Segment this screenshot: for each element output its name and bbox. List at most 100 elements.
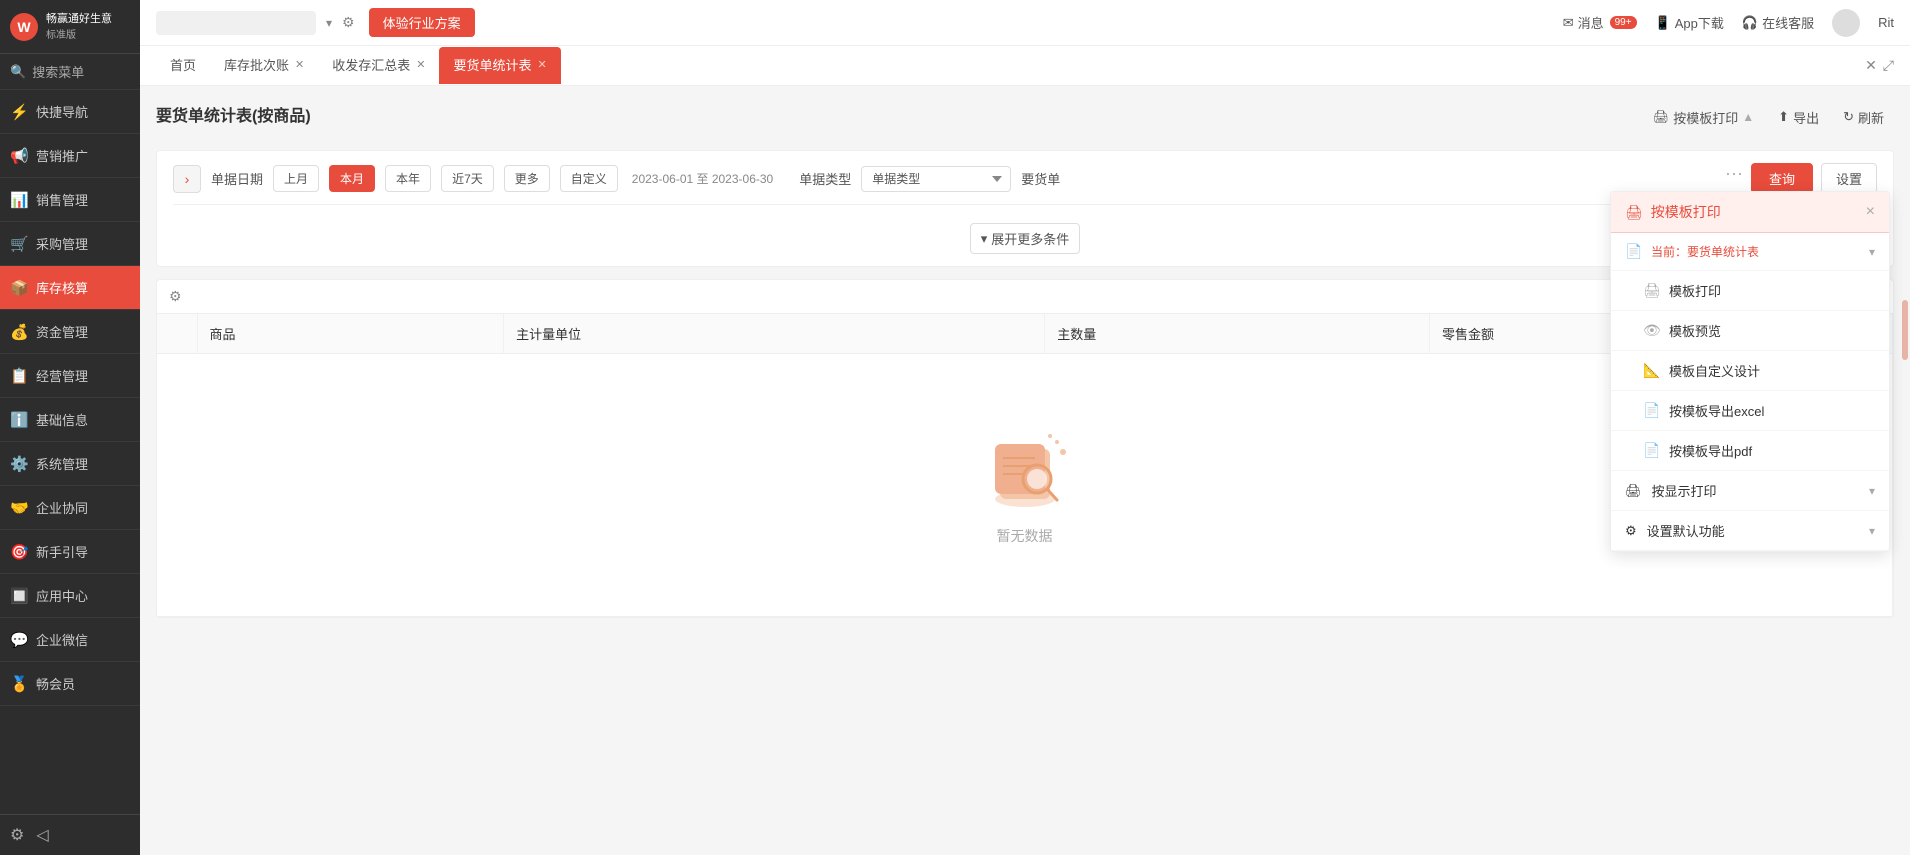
operations-icon: 📋 (10, 367, 28, 385)
tab-inventory-batch[interactable]: 库存批次账 ✕ (210, 47, 318, 84)
sidebar-item-collab[interactable]: 🤝 企业协同 (0, 486, 140, 530)
dropdown-close-icon[interactable]: × (1866, 203, 1875, 221)
tab-order-stats[interactable]: 要货单统计表 ✕ (439, 47, 560, 84)
messages-label: 消息 (1578, 13, 1604, 32)
dropdown-group-set-default-left: ⚙ 设置默认功能 (1625, 521, 1725, 540)
tab-receipts-summary-close[interactable]: ✕ (416, 58, 425, 71)
sidebar-search[interactable]: 🔍 搜索菜单 (0, 54, 140, 90)
empty-text: 暂无数据 (997, 526, 1053, 546)
dropdown-item-export-excel[interactable]: 📄 按模板导出excel (1611, 391, 1889, 431)
date-btn-more[interactable]: 更多 (504, 165, 550, 192)
user-avatar[interactable] (1832, 9, 1860, 37)
sidebar-item-wechat[interactable]: 💬 企业微信 (0, 618, 140, 662)
sidebar-item-purchase[interactable]: 🛒 采购管理 (0, 222, 140, 266)
sidebar-item-finance[interactable]: 💰 资金管理 (0, 310, 140, 354)
sidebar-item-label: 销售管理 (36, 190, 88, 209)
tab-inventory-batch-close[interactable]: ✕ (295, 58, 304, 71)
dropdown-item-template-print[interactable]: 🖨 模板打印 (1611, 271, 1889, 311)
topbar-search-input[interactable] (156, 11, 316, 35)
app-download-button[interactable]: 📱 App下载 (1655, 13, 1724, 32)
phone-icon: 📱 (1655, 15, 1671, 31)
sidebar-bottom: ⚙ ◁ (0, 814, 140, 855)
sidebar-item-basic[interactable]: ℹ️ 基础信息 (0, 398, 140, 442)
template-design-icon: 📐 (1643, 362, 1659, 379)
trial-button[interactable]: 体验行业方案 (369, 8, 475, 37)
settings-bottom-icon[interactable]: ⚙ (10, 825, 24, 845)
purchase-icon: 🛒 (10, 235, 28, 253)
content-scrollbar[interactable] (1902, 300, 1908, 360)
sidebar-item-label: 系统管理 (36, 454, 88, 473)
messages-button[interactable]: ✉ 消息 99+ (1563, 13, 1637, 32)
export-button[interactable]: ⬆ 导出 (1768, 103, 1829, 132)
dropdown-menu: 🖨 按模板打印 × 📄 当前：要货单统计表 ▾ 🖨 模板打印 👁 模板预览 (1610, 191, 1890, 552)
online-service-label: 在线客服 (1762, 13, 1814, 32)
tab-receipts-summary[interactable]: 收发存汇总表 ✕ (318, 47, 439, 84)
template-print-label: 模板打印 (1669, 281, 1875, 300)
goods-filter-label: 要货单 (1021, 169, 1060, 188)
dropdown-group-display-print[interactable]: 🖨 按显示打印 ▾ (1611, 471, 1889, 511)
top-action-buttons: 🖨 按模板打印 ▲ ⬆ 导出 ↻ 刷新 (1643, 103, 1894, 132)
sidebar-item-label: 营销推广 (36, 146, 88, 165)
sidebar-item-system[interactable]: ⚙️ 系统管理 (0, 442, 140, 486)
table-gear-icon[interactable]: ⚙ (169, 288, 182, 305)
date-btn-custom[interactable]: 自定义 (560, 165, 618, 192)
query-button[interactable]: 查询 (1751, 163, 1813, 194)
sidebar-item-label: 新手引导 (36, 542, 88, 561)
print-icon: 🖨 (1653, 109, 1670, 125)
sidebar-item-quick-nav[interactable]: ⚡ 快捷导航 (0, 90, 140, 134)
expand-more-button[interactable]: ▾ 展开更多条件 (970, 223, 1081, 254)
dropdown-group-display-print-left: 🖨 按显示打印 (1625, 481, 1717, 500)
refresh-button[interactable]: ↻ 刷新 (1833, 103, 1894, 132)
tab-expand-icon[interactable]: ⤢ (1883, 57, 1894, 74)
col-quantity: 主数量 (1045, 314, 1430, 354)
volume-icon[interactable]: ◁ (36, 825, 48, 845)
type-filter-select[interactable]: 单据类型 (861, 166, 1011, 192)
date-btn-last-month[interactable]: 上月 (273, 165, 319, 192)
dropdown-header: 🖨 按模板打印 × (1611, 192, 1889, 233)
template-preview-icon: 👁 (1643, 322, 1659, 339)
dropdown-group-set-default[interactable]: ⚙ 设置默认功能 ▾ (1611, 511, 1889, 551)
online-service-button[interactable]: 🎧 在线客服 (1742, 13, 1814, 32)
type-filter-label: 单据类型 (799, 169, 851, 188)
sidebar-item-sales[interactable]: 📊 销售管理 (0, 178, 140, 222)
sidebar-item-operations[interactable]: 📋 经营管理 (0, 354, 140, 398)
print-label: 按模板打印 (1673, 108, 1738, 127)
tab-close-all-icon[interactable]: ✕ (1865, 57, 1877, 74)
date-filter-label: 单据日期 (211, 169, 263, 188)
settings-button[interactable]: 设置 (1821, 163, 1877, 194)
topbar-chevron-icon[interactable]: ▾ (326, 16, 332, 30)
sidebar-item-label: 库存核算 (36, 278, 88, 297)
dropdown-item-export-pdf[interactable]: 📄 按模板导出pdf (1611, 431, 1889, 471)
dropdown-item-template-preview[interactable]: 👁 模板预览 (1611, 311, 1889, 351)
chevron-down-icon: ▾ (981, 231, 988, 247)
more-options-icon[interactable]: ··· (1725, 163, 1743, 194)
tab-receipts-summary-label: 收发存汇总表 (332, 55, 410, 74)
date-btn-7days[interactable]: 近7天 (441, 165, 494, 192)
sidebar-item-marketing[interactable]: 📢 营销推广 (0, 134, 140, 178)
print-chevron-icon[interactable]: ▲ (1742, 110, 1754, 124)
sidebar-item-apps[interactable]: 🔲 应用中心 (0, 574, 140, 618)
filter-expand-arrow[interactable]: › (173, 165, 201, 193)
dropdown-header-left: 🖨 按模板打印 (1625, 202, 1721, 222)
sales-icon: 📊 (10, 191, 28, 209)
dropdown-item-template-design[interactable]: 📐 模板自定义设计 (1611, 351, 1889, 391)
print-button[interactable]: 🖨 按模板打印 ▲ (1643, 103, 1764, 132)
tabs-right-actions: ✕ ⤢ (1865, 57, 1894, 74)
current-item-label: 当前：要货单统计表 (1651, 243, 1859, 260)
dropdown-title: 按模板打印 (1651, 202, 1721, 222)
sidebar-item-guide[interactable]: 🎯 新手引导 (0, 530, 140, 574)
dropdown-current-item[interactable]: 📄 当前：要货单统计表 ▾ (1611, 233, 1889, 271)
tab-order-stats-close[interactable]: ✕ (538, 58, 547, 71)
guide-icon: 🎯 (10, 543, 28, 561)
tab-home[interactable]: 首页 (156, 47, 210, 84)
set-default-icon: ⚙ (1625, 523, 1637, 539)
tab-order-stats-label: 要货单统计表 (453, 55, 531, 74)
display-print-icon: 🖨 (1625, 483, 1642, 499)
sidebar-item-inventory[interactable]: 📦 库存核算 (0, 266, 140, 310)
topbar-gear-icon[interactable]: ⚙ (342, 14, 355, 31)
current-item-chevron: ▾ (1869, 245, 1875, 259)
refresh-icon: ↻ (1843, 109, 1854, 125)
date-btn-this-month[interactable]: 本月 (329, 165, 375, 192)
sidebar-item-member[interactable]: 🏅 畅会员 (0, 662, 140, 706)
date-btn-this-year[interactable]: 本年 (385, 165, 431, 192)
